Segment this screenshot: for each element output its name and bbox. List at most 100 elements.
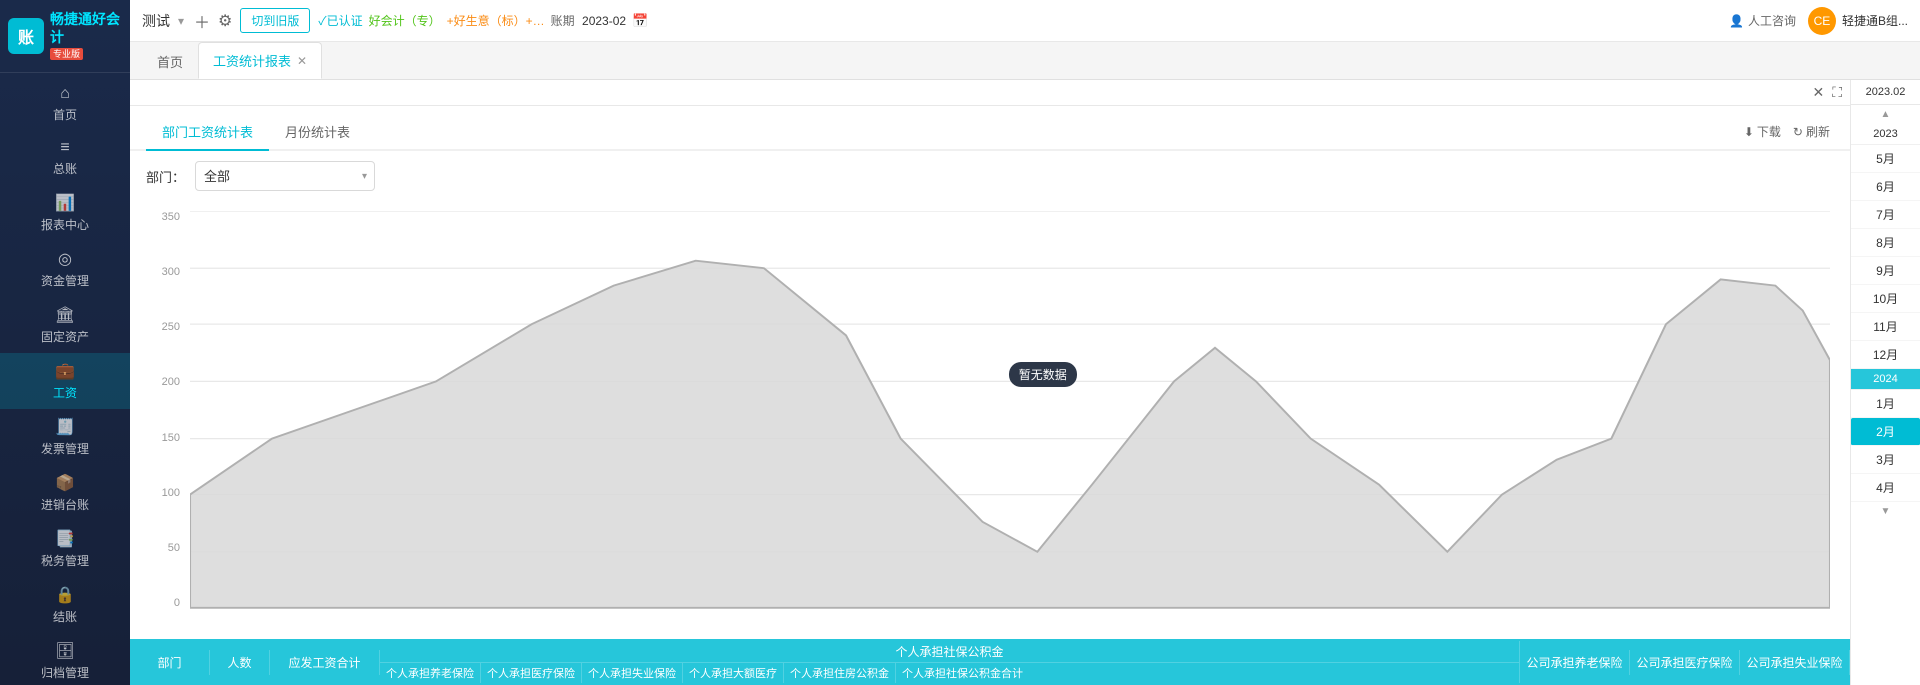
rp-navigation: ▲ 2023 5月 6月 7月 8月 9月 10月 11月 12月 2024 1… (1851, 105, 1920, 521)
th-group-label: 个人承担社保公积金 (380, 641, 1519, 663)
calendar-icon[interactable]: 📅 (632, 13, 648, 29)
home-icon: ⌂ (60, 85, 70, 103)
chart-svg-wrapper: 暂无数据 (190, 211, 1830, 609)
logo-icon: 账 (8, 18, 44, 54)
sidebar-item-asset[interactable]: 🏛 固定资产 (0, 297, 130, 353)
rp-down-arrow[interactable]: ▼ (1877, 502, 1895, 521)
gear-icon[interactable]: ⚙ (218, 11, 232, 31)
biz-tag: +好生意（标）+… (447, 12, 545, 29)
sidebar-item-label: 发票管理 (41, 440, 89, 457)
rp-month-5[interactable]: 5月 (1851, 145, 1920, 173)
switch-old-button[interactable]: 切到旧版 (240, 8, 310, 33)
sidebar: 账 畅捷通好会计 专业版 ⌂ 首页 ≡ 总账 📊 报表中心 ◎ 资金管理 🏛 固… (0, 0, 130, 685)
purchase-icon: 📦 (55, 473, 75, 493)
dept-select-wrapper: 全部 ▾ (195, 161, 375, 191)
sidebar-item-salary[interactable]: 💼 工资 (0, 353, 130, 409)
rp-month-1[interactable]: 1月 (1851, 390, 1920, 418)
ledger-icon: ≡ (60, 139, 69, 157)
rp-month-4[interactable]: 4月 (1851, 474, 1920, 502)
right-date-panel: 2023.02 ▲ 2023 5月 6月 7月 8月 9月 10月 11月 12… (1850, 80, 1920, 685)
download-button[interactable]: ⬇ 下载 (1744, 123, 1781, 140)
y-axis: 350 300 250 200 150 100 50 0 (146, 211, 186, 609)
th-personal-group: 个人承担社保公积金 个人承担养老保险 个人承担医疗保险 个人承担失业保险 个人承… (380, 641, 1520, 683)
sidebar-item-ledger[interactable]: ≡ 总账 (0, 131, 130, 185)
panel-controls: ✕ ⛶ (130, 80, 1850, 106)
tab-salary-report[interactable]: 工资统计报表 ✕ (198, 42, 322, 79)
sidebar-item-tax[interactable]: 📑 税务管理 (0, 521, 130, 577)
close-panel-icon[interactable]: ✕ (1812, 84, 1824, 101)
sidebar-item-label: 首页 (53, 106, 77, 123)
th-personal-total: 个人承担社保公积金合计 (896, 663, 1029, 683)
rp-year-2024[interactable]: 2024 (1851, 369, 1920, 390)
sidebar-item-invoice[interactable]: 🧾 发票管理 (0, 409, 130, 465)
filter-row: 部门： 全部 ▾ (130, 151, 1850, 201)
rp-month-11[interactable]: 11月 (1851, 313, 1920, 341)
edition-badge: 专业版 (50, 48, 83, 60)
rp-year-2023[interactable]: 2023 (1851, 124, 1920, 145)
subtabs: 部门工资统计表 月份统计表 ⬇ 下载 ↻ 刷新 (130, 106, 1850, 151)
tab-close-icon[interactable]: ✕ (297, 54, 307, 68)
dropdown-arrow-icon[interactable]: ▾ (178, 14, 184, 28)
subtab-monthly[interactable]: 月份统计表 (269, 114, 366, 151)
sidebar-item-report[interactable]: 📊 报表中心 (0, 185, 130, 241)
topbar-title: 测试 (142, 11, 170, 31)
th-personal-medical: 个人承担医疗保险 (481, 663, 582, 683)
th-personal-unemployment: 个人承担失业保险 (582, 663, 683, 683)
line-chart (190, 211, 1830, 609)
tabbar: 首页 工资统计报表 ✕ (130, 42, 1920, 80)
th-personal-big-medical: 个人承担大额医疗 (683, 663, 784, 683)
chart-container: 350 300 250 200 150 100 50 0 (146, 211, 1834, 629)
expand-panel-icon[interactable]: ⛶ (1832, 84, 1842, 101)
sidebar-item-label: 税务管理 (41, 552, 89, 569)
user-menu[interactable]: CE 轻捷通B组... (1808, 7, 1908, 35)
rp-month-3[interactable]: 3月 (1851, 446, 1920, 474)
certified-badge: ✓已认证 (318, 12, 362, 29)
download-icon: ⬇ (1744, 125, 1754, 139)
sidebar-item-label: 总账 (53, 160, 77, 177)
rp-month-12[interactable]: 12月 (1851, 341, 1920, 369)
th-personal-housing-fund: 个人承担住房公积金 (784, 663, 896, 683)
subtab-dept-label: 部门工资统计表 (162, 125, 253, 140)
topbar: 测试 ▾ ＋ ⚙ 切到旧版 ✓已认证 好会计（专） +好生意（标）+… 账期 2… (130, 0, 1920, 42)
sidebar-logo: 账 畅捷通好会计 专业版 (0, 0, 130, 73)
period-value: 2023-02 (582, 14, 626, 28)
refresh-button[interactable]: ↻ 刷新 (1793, 123, 1830, 140)
service-icon: 👤 (1729, 14, 1744, 28)
service-button[interactable]: 👤 人工咨询 (1729, 12, 1796, 29)
subtabs-actions: ⬇ 下载 ↻ 刷新 (1744, 123, 1830, 140)
tab-home[interactable]: 首页 (142, 43, 198, 79)
archive-icon: 🗄 (55, 641, 75, 661)
sidebar-item-label: 固定资产 (41, 328, 89, 345)
rp-current-date: 2023.02 (1851, 80, 1920, 105)
rp-month-9[interactable]: 9月 (1851, 257, 1920, 285)
add-icon[interactable]: ＋ (194, 9, 210, 33)
avatar: CE (1808, 7, 1836, 35)
rp-up-arrow[interactable]: ▲ (1877, 105, 1895, 124)
tab-salary-label: 工资统计报表 (213, 51, 291, 70)
sidebar-item-archive[interactable]: 🗄 归档管理 (0, 633, 130, 685)
rp-month-8[interactable]: 8月 (1851, 229, 1920, 257)
sidebar-item-home[interactable]: ⌂ 首页 (0, 77, 130, 131)
sidebar-item-fund[interactable]: ◎ 资金管理 (0, 241, 130, 297)
refresh-icon: ↻ (1793, 125, 1803, 139)
th-headcount: 人数 (210, 650, 270, 675)
content-area: ✕ ⛶ 部门工资统计表 月份统计表 ⬇ 下载 (130, 80, 1920, 685)
topbar-right: 👤 人工咨询 CE 轻捷通B组... (1729, 7, 1908, 35)
sidebar-item-purchase[interactable]: 📦 进销台账 (0, 465, 130, 521)
refresh-label: 刷新 (1806, 123, 1830, 140)
rp-month-10[interactable]: 10月 (1851, 285, 1920, 313)
rp-month-7[interactable]: 7月 (1851, 201, 1920, 229)
good-account-tag: 好会计（专） (369, 12, 441, 29)
rp-month-2[interactable]: 2月 (1851, 418, 1920, 446)
subtab-dept[interactable]: 部门工资统计表 (146, 114, 269, 151)
th-company-pension: 公司承担养老保险 (1520, 650, 1630, 675)
dept-select[interactable]: 全部 (195, 161, 375, 191)
sidebar-item-label: 进销台账 (41, 496, 89, 513)
invoice-icon: 🧾 (55, 417, 75, 437)
report-icon: 📊 (55, 193, 75, 213)
sidebar-item-label: 资金管理 (41, 272, 89, 289)
rp-month-6[interactable]: 6月 (1851, 173, 1920, 201)
table-header: 部门 人数 应发工资合计 个人承担社保公积金 个人承担养老保险 (130, 639, 1850, 685)
sidebar-item-close[interactable]: 🔒 结账 (0, 577, 130, 633)
asset-icon: 🏛 (55, 305, 75, 325)
